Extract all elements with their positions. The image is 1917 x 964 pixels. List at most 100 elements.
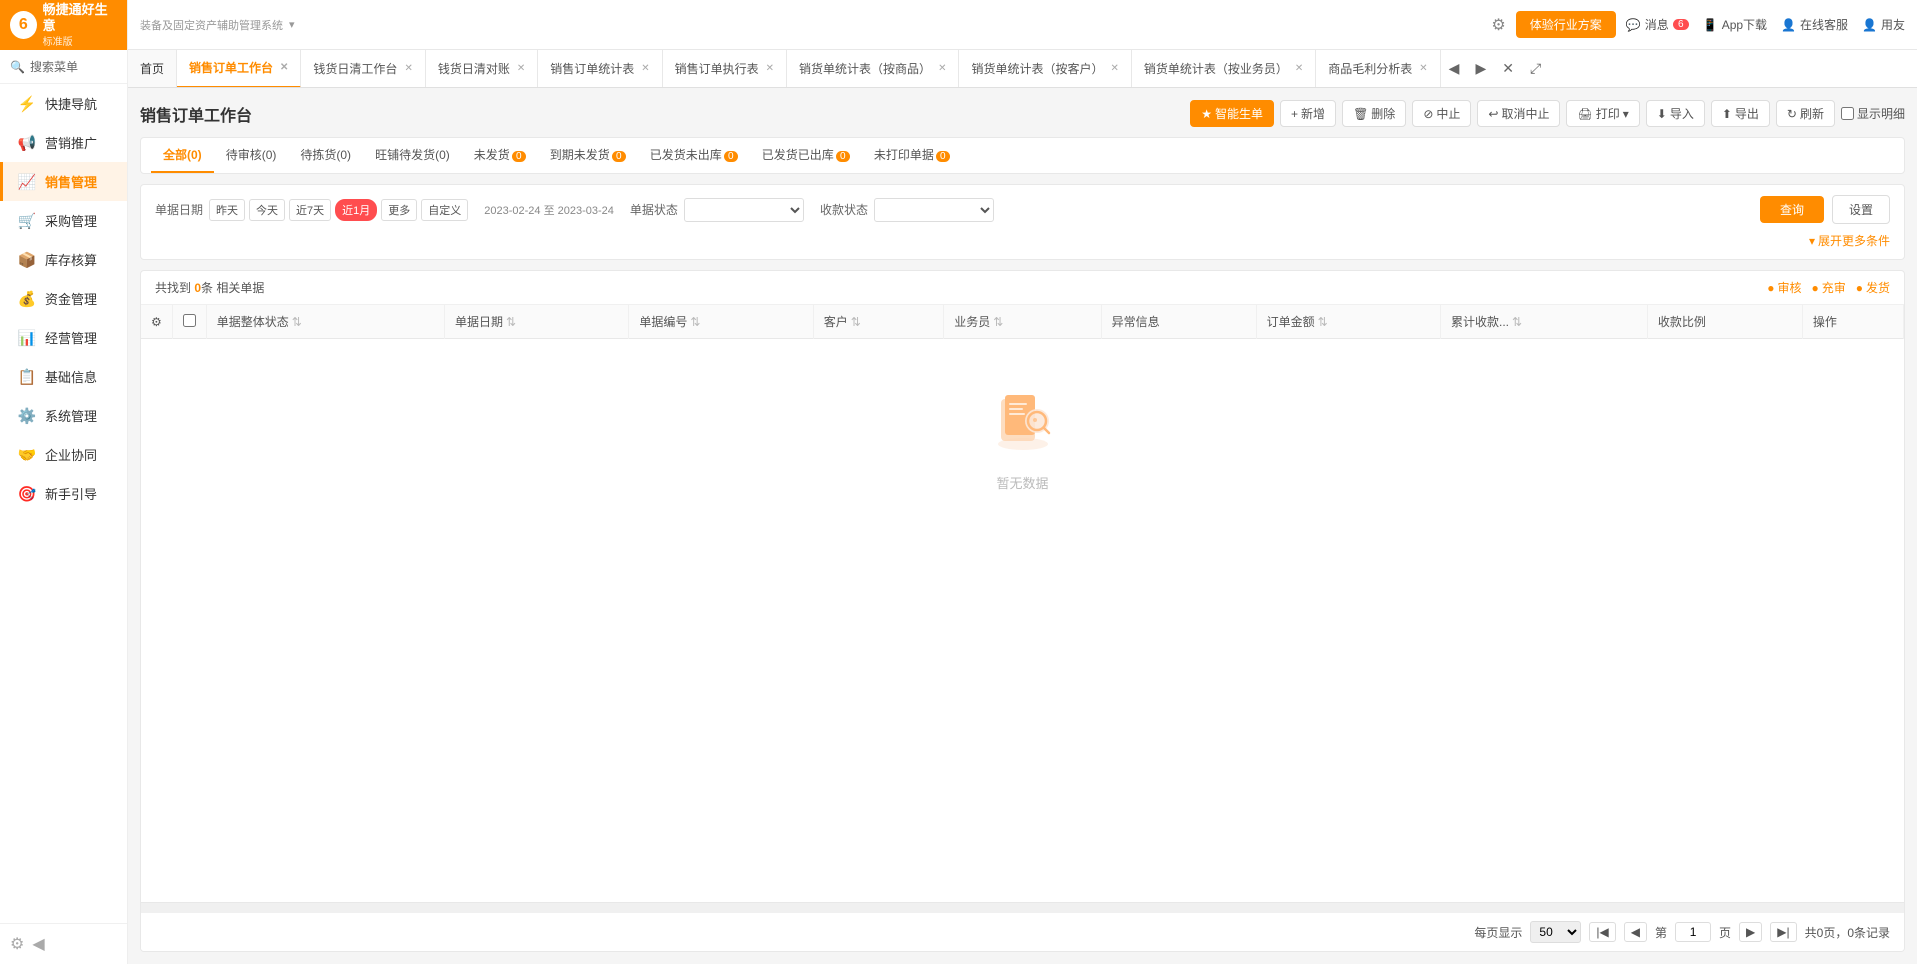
filter-tab-shipped-not-out[interactable]: 已发货未出库0 [638, 138, 750, 173]
filter-tab-shipped-out[interactable]: 已发货已出库0 [750, 138, 862, 173]
tab-order-stats[interactable]: 销售订单统计表 ✕ [538, 50, 662, 88]
import-btn[interactable]: ⬇ 导入 [1646, 100, 1705, 127]
experience-btn[interactable]: 体验行业方案 [1516, 11, 1616, 38]
select-all-checkbox[interactable] [183, 314, 196, 327]
delete-btn[interactable]: 🗑 删除 [1342, 100, 1406, 127]
tab-order-exec-close[interactable]: ✕ [766, 63, 774, 74]
sidebar-item-sales[interactable]: 📈 销售管理 [0, 162, 127, 201]
table-info-bar: 共找到 0条 相关单据 ● 审核 ● 充审 ● 发货 [141, 271, 1904, 305]
date-custom-btn[interactable]: 自定义 [421, 199, 468, 221]
app-download-btn[interactable]: 📱 App下载 [1703, 16, 1767, 33]
table-scroll[interactable]: ⚙ 单据整体状态⇅ 单据日期⇅ 单据编号⇅ [141, 305, 1904, 902]
filter-tab-wangpu-pending[interactable]: 旺铺待发货(0) [363, 138, 462, 173]
sidebar-item-operations[interactable]: 📊 经营管理 [0, 318, 127, 357]
message-btn[interactable]: 💬 消息 6 [1626, 16, 1689, 33]
filter-tab-unprinted[interactable]: 未打印单据0 [862, 138, 962, 173]
sidebar-item-guide[interactable]: 🎯 新手引导 [0, 474, 127, 513]
table-actions: ● 审核 ● 充审 ● 发货 [1767, 279, 1890, 296]
sort-number-icon[interactable]: ⇅ [690, 315, 700, 329]
sidebar-item-marketing[interactable]: 📢 营销推广 [0, 123, 127, 162]
sidebar-item-basics[interactable]: 📋 基础信息 [0, 357, 127, 396]
print-btn[interactable]: 🖨 打印 ▾ [1566, 100, 1639, 127]
horizontal-scrollbar[interactable] [141, 902, 1904, 912]
tab-prev-btn[interactable]: ◀ [1441, 50, 1468, 88]
tab-sales-by-customer[interactable]: 销货单统计表（按客户） ✕ [959, 50, 1131, 88]
date-yesterday-btn[interactable]: 昨天 [209, 199, 245, 221]
th-gear[interactable]: ⚙ [141, 305, 172, 339]
show-detail-checkbox[interactable] [1841, 107, 1854, 120]
show-detail-checkbox-label[interactable]: 显示明细 [1841, 105, 1905, 122]
orders-table: ⚙ 单据整体状态⇅ 单据日期⇅ 单据编号⇅ [141, 305, 1904, 339]
cancel-stop-btn[interactable]: ↩ 取消中止 [1477, 100, 1560, 127]
sidebar-item-system[interactable]: ⚙️ 系统管理 [0, 396, 127, 435]
sidebar-item-quicknav[interactable]: ⚡ 快捷导航 [0, 84, 127, 123]
export-btn[interactable]: ⬆ 导出 [1711, 100, 1770, 127]
sidebar-item-purchase[interactable]: 🛒 采购管理 [0, 201, 127, 240]
sort-amount-icon[interactable]: ⇅ [1318, 315, 1328, 329]
stop-btn[interactable]: ⊘ 中止 [1412, 100, 1471, 127]
tab-sales-by-staff-close[interactable]: ✕ [1295, 63, 1303, 74]
filter-tab-unshipped[interactable]: 未发货0 [462, 138, 538, 173]
ship-action-btn[interactable]: ● 发货 [1856, 279, 1890, 296]
tab-next-btn[interactable]: ▶ [1467, 50, 1494, 88]
filter-tab-pending-review[interactable]: 待审核(0) [214, 138, 289, 173]
page-last-btn[interactable]: ▶| [1770, 922, 1796, 942]
page-number-input[interactable] [1675, 922, 1711, 942]
tab-order-stats-close[interactable]: ✕ [641, 63, 649, 74]
unreview-action-btn[interactable]: ● 充审 [1811, 279, 1845, 296]
sort-staff-icon[interactable]: ⇅ [993, 315, 1003, 329]
tab-sales-by-customer-close[interactable]: ✕ [1110, 63, 1118, 74]
tab-daily-clear[interactable]: 钱货日清工作台 ✕ [301, 50, 425, 88]
pagination-bar: 每页显示 10 20 50 100 |◀ ◀ 第 页 ▶ ▶| 共0页，0条记录 [141, 912, 1904, 951]
filter-tab-all[interactable]: 全部(0) [151, 138, 214, 173]
query-btn[interactable]: 查询 [1760, 196, 1824, 223]
collapse-icon[interactable]: ◀ [32, 934, 44, 954]
tab-sales-by-product[interactable]: 销货单统计表（按商品） ✕ [787, 50, 959, 88]
tab-sales-order-close[interactable]: ✕ [280, 62, 288, 73]
tab-margin[interactable]: 商品毛利分析表 ✕ [1316, 50, 1440, 88]
sidebar-item-search[interactable]: 🔍 搜索菜单 [0, 50, 127, 84]
tab-expand-btn[interactable]: ⤢ [1522, 50, 1549, 88]
date-today-btn[interactable]: 今天 [249, 199, 285, 221]
sort-customer-icon[interactable]: ⇅ [851, 315, 861, 329]
tab-margin-close[interactable]: ✕ [1419, 63, 1427, 74]
add-btn[interactable]: + 新增 [1280, 100, 1336, 127]
topbar-settings-icon[interactable]: ⚙ [1491, 15, 1505, 35]
refresh-btn[interactable]: ↻ 刷新 [1776, 100, 1835, 127]
th-checkbox[interactable] [172, 305, 206, 339]
filter-tab-pending-pick[interactable]: 待拣货(0) [288, 138, 363, 173]
tab-reconcile[interactable]: 钱货日清对账 ✕ [426, 50, 538, 88]
date-7days-btn[interactable]: 近7天 [289, 199, 331, 221]
tab-sales-by-staff[interactable]: 销货单统计表（按业务员） ✕ [1132, 50, 1316, 88]
page-size-select[interactable]: 10 20 50 100 [1530, 921, 1581, 943]
payment-select[interactable] [874, 198, 994, 222]
sidebar-item-finance[interactable]: 💰 资金管理 [0, 279, 127, 318]
set-btn[interactable]: 设置 [1832, 195, 1890, 224]
tab-sales-by-product-close[interactable]: ✕ [938, 63, 946, 74]
user-menu-btn[interactable]: 👤 用友 [1862, 16, 1905, 33]
filter-tab-overdue[interactable]: 到期未发货0 [538, 138, 638, 173]
review-action-btn[interactable]: ● 审核 [1767, 279, 1801, 296]
tab-close-all-btn[interactable]: ✕ [1494, 50, 1522, 88]
sort-status-icon[interactable]: ⇅ [292, 315, 302, 329]
tab-reconcile-close[interactable]: ✕ [517, 63, 525, 74]
date-more-btn[interactable]: 更多 [381, 199, 417, 221]
page-next-btn[interactable]: ▶ [1739, 922, 1762, 942]
online-service-btn[interactable]: 👤 在线客服 [1781, 16, 1848, 33]
smart-order-btn[interactable]: ★ 智能生单 [1190, 100, 1274, 127]
sort-date-icon[interactable]: ⇅ [506, 315, 516, 329]
sort-collected-icon[interactable]: ⇅ [1512, 315, 1522, 329]
tab-daily-clear-close[interactable]: ✕ [404, 63, 412, 74]
sidebar-item-inventory[interactable]: 📦 库存核算 [0, 240, 127, 279]
page-prev-btn[interactable]: ◀ [1624, 922, 1647, 942]
tab-sales-order[interactable]: 销售订单工作台 ✕ [177, 50, 301, 88]
expand-conditions-btn[interactable]: ▾ 展开更多条件 [1809, 232, 1890, 249]
sidebar-item-collab[interactable]: 🤝 企业协同 [0, 435, 127, 474]
settings-icon[interactable]: ⚙ [10, 934, 24, 954]
date-1month-btn[interactable]: 近1月 [335, 199, 377, 221]
tab-home[interactable]: 首页 [128, 50, 177, 88]
status-select[interactable] [684, 198, 804, 222]
tab-order-exec[interactable]: 销售订单执行表 ✕ [663, 50, 787, 88]
page-first-btn[interactable]: |◀ [1589, 922, 1615, 942]
message-icon: 💬 [1626, 18, 1641, 32]
